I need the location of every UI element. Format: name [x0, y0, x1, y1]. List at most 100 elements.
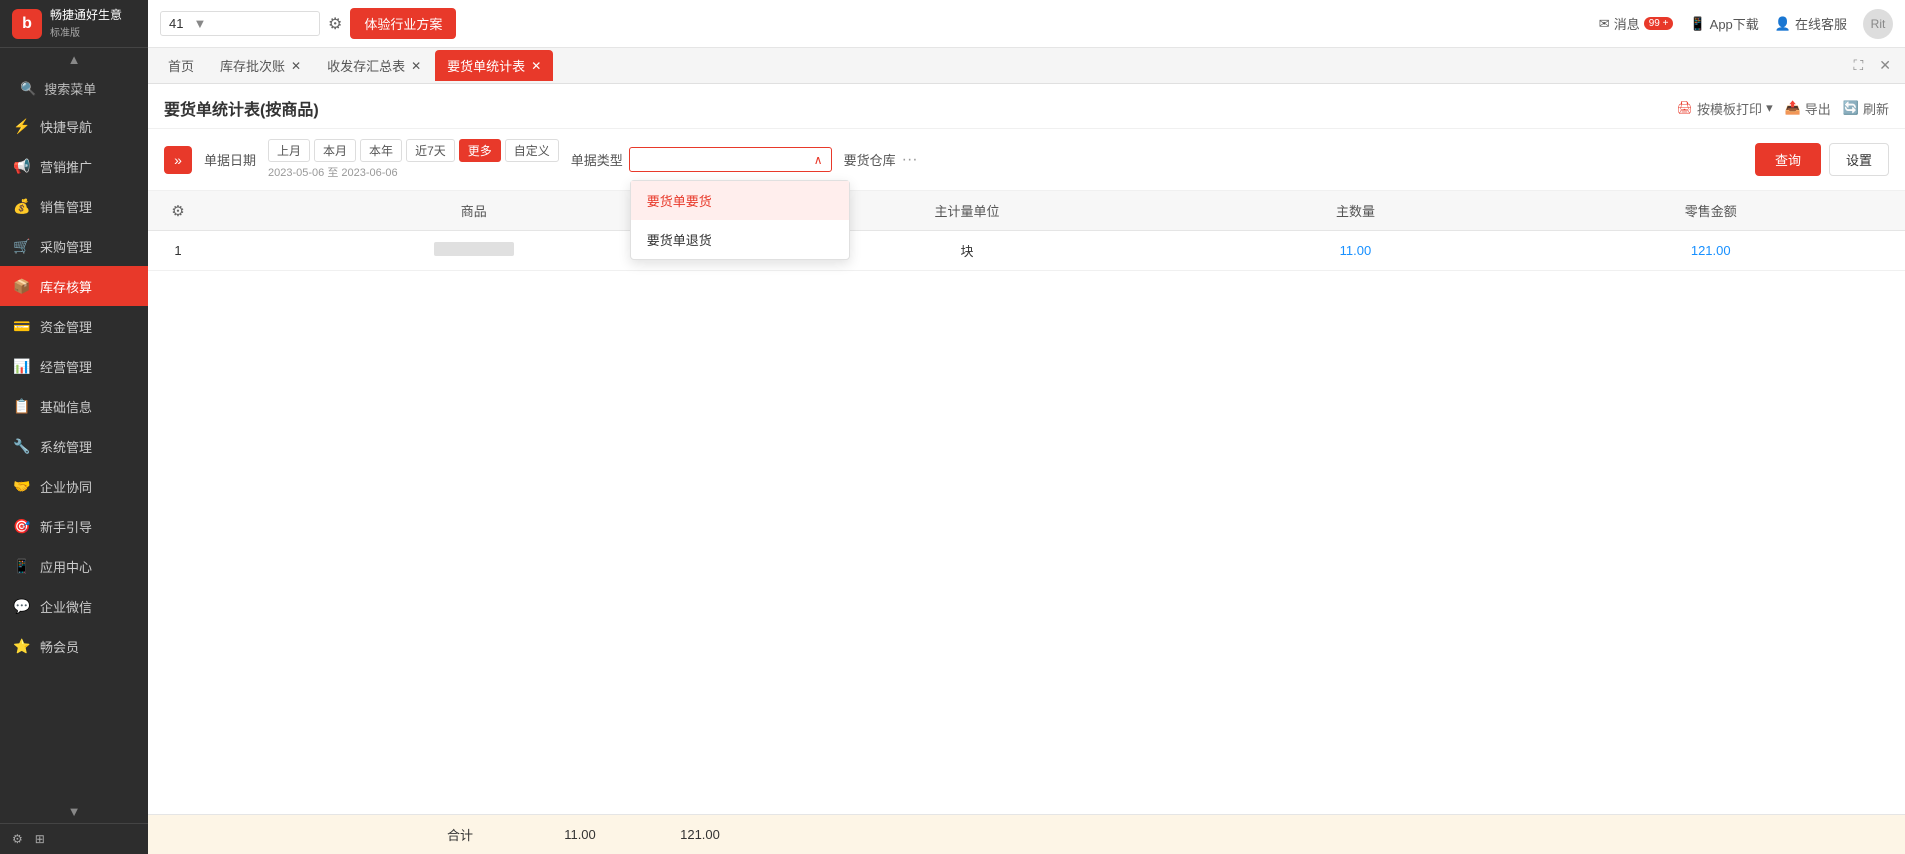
- app-center-icon: 📱: [12, 556, 32, 576]
- tab-receipt-summary[interactable]: 收发存汇总表 ✕: [315, 50, 433, 81]
- sidebar-item-basics[interactable]: 📋 基础信息: [0, 386, 148, 426]
- topbar: 41 ▼ ⚙ 体验行业方案 ✉ 消息 99 + 📱 App下载 👤 在线客服 R…: [148, 0, 1905, 48]
- sidebar-item-enterprise[interactable]: 🤝 企业协同: [0, 466, 148, 506]
- sidebar-item-app-center[interactable]: 📱 应用中心: [0, 546, 148, 586]
- dropdown-item-order-return[interactable]: 要货单退货: [631, 220, 849, 259]
- inventory-icon: 📦: [12, 276, 32, 296]
- membership-icon: ⭐: [12, 636, 32, 656]
- messages-button[interactable]: ✉ 消息 99 +: [1599, 14, 1674, 33]
- wechat-icon: 💬: [12, 596, 32, 616]
- date-more-btn[interactable]: 更多: [459, 139, 501, 162]
- tab-inventory-batch-close[interactable]: ✕: [291, 59, 301, 73]
- print-dropdown-icon: ▾: [1766, 100, 1773, 116]
- tab-inventory-batch-label: 库存批次账: [220, 56, 285, 75]
- export-button[interactable]: 📤 导出: [1785, 99, 1831, 118]
- user-avatar[interactable]: Rit: [1863, 9, 1893, 39]
- sidebar-item-label: 新手引导: [40, 517, 92, 536]
- content-area: 要货单统计表(按商品) 🖨 按模板打印 ▾ 📤 导出 🔄 刷新: [148, 84, 1905, 854]
- sidebar-item-sales[interactable]: 💰 销售管理: [0, 186, 148, 226]
- type-dropdown: 要货单要货 要货单退货: [630, 180, 850, 260]
- warehouse-more-icon[interactable]: ···: [902, 151, 918, 169]
- sidebar-item-membership[interactable]: ⭐ 畅会员: [0, 626, 148, 666]
- sidebar-item-label: 营销推广: [40, 157, 92, 176]
- app-download-button[interactable]: 📱 App下载: [1689, 14, 1758, 33]
- sidebar-item-inventory[interactable]: 📦 库存核算: [0, 266, 148, 306]
- app-logo: b 畅捷通好生意 标准版: [0, 0, 148, 48]
- sidebar-item-label: 资金管理: [40, 317, 92, 336]
- date-7days-btn[interactable]: 近7天: [406, 139, 455, 162]
- sidebar-item-label: 销售管理: [40, 197, 92, 216]
- tab-receipt-summary-close[interactable]: ✕: [411, 59, 421, 73]
- tab-order-stats-close[interactable]: ✕: [531, 59, 541, 73]
- page-title: 要货单统计表(按商品): [164, 96, 319, 120]
- sidebar-item-label: 经营管理: [40, 357, 92, 376]
- dropdown-item-order-goods[interactable]: 要货单要货: [631, 181, 849, 220]
- sidebar-item-label: 企业微信: [40, 597, 92, 616]
- type-filter-chevron[interactable]: ∧: [814, 153, 823, 167]
- app-name: 畅捷通好生意: [50, 8, 122, 24]
- user-name: Rit: [1871, 17, 1886, 31]
- date-this-month-btn[interactable]: 本月: [314, 139, 356, 162]
- sidebar-nav: ⚡ 快捷导航 📢 营销推广 💰 销售管理 🛒 采购管理 📦 库存核算 💳 资金管…: [0, 106, 148, 800]
- store-name: 41: [169, 16, 183, 31]
- settings-icon[interactable]: ⚙: [12, 832, 23, 846]
- cell-quantity[interactable]: 11.00: [1194, 231, 1516, 271]
- tab-order-stats-label: 要货单统计表: [447, 56, 525, 75]
- topbar-settings-icon[interactable]: ⚙: [328, 14, 342, 34]
- sidebar-item-system[interactable]: 🔧 系统管理: [0, 426, 148, 466]
- trial-button[interactable]: 体验行业方案: [350, 8, 456, 39]
- sidebar-item-quick-nav[interactable]: ⚡ 快捷导航: [0, 106, 148, 146]
- tabs-bar: 首页 库存批次账 ✕ 收发存汇总表 ✕ 要货单统计表 ✕ ⛶ ✕: [148, 48, 1905, 84]
- filter-expand-button[interactable]: »: [164, 146, 192, 174]
- print-template-button[interactable]: 🖨 按模板打印 ▾: [1677, 99, 1773, 118]
- footer-total-amount: 121.00: [640, 827, 760, 842]
- online-service-button[interactable]: 👤 在线客服: [1775, 14, 1847, 33]
- app-download-icon: 📱: [1689, 16, 1705, 32]
- sidebar-item-label: 应用中心: [40, 557, 92, 576]
- sidebar-scroll-up[interactable]: ▲: [0, 48, 148, 71]
- store-dropdown-icon: ▼: [193, 16, 206, 31]
- cell-amount[interactable]: 121.00: [1516, 231, 1905, 271]
- enterprise-icon: 🤝: [12, 476, 32, 496]
- footer-label: 合计: [400, 825, 520, 844]
- basics-icon: 📋: [12, 396, 32, 416]
- tab-inventory-batch[interactable]: 库存批次账 ✕: [208, 50, 313, 81]
- search-icon: 🔍: [20, 81, 36, 97]
- date-this-year-btn[interactable]: 本年: [360, 139, 402, 162]
- sidebar-search[interactable]: 🔍 搜索菜单: [0, 71, 148, 106]
- query-button[interactable]: 查询: [1755, 143, 1821, 176]
- collapse-icon[interactable]: ⊞: [35, 832, 45, 846]
- sidebar-item-label: 采购管理: [40, 237, 92, 256]
- type-filter-input-wrap[interactable]: ∧ 要货单要货 要货单退货: [629, 147, 832, 172]
- sidebar-item-label: 系统管理: [40, 437, 92, 456]
- filter-actions: 查询 设置: [1755, 143, 1889, 176]
- tab-home-label: 首页: [168, 56, 194, 75]
- tab-order-stats[interactable]: 要货单统计表 ✕: [435, 50, 553, 81]
- table-settings-icon[interactable]: ⚙: [171, 203, 184, 220]
- logo-icon: b: [12, 9, 42, 39]
- app-subtitle: 标准版: [50, 24, 122, 39]
- tabs-actions: ⛶ ✕: [1847, 53, 1897, 78]
- date-last-month-btn[interactable]: 上月: [268, 139, 310, 162]
- tab-home[interactable]: 首页: [156, 50, 206, 81]
- sidebar-item-wechat[interactable]: 💬 企业微信: [0, 586, 148, 626]
- system-icon: 🔧: [12, 436, 32, 456]
- store-selector[interactable]: 41 ▼: [160, 11, 320, 36]
- cell-index: 1: [148, 231, 208, 271]
- date-custom-btn[interactable]: 自定义: [505, 139, 559, 162]
- sidebar-item-marketing[interactable]: 📢 营销推广: [0, 146, 148, 186]
- page-header: 要货单统计表(按商品) 🖨 按模板打印 ▾ 📤 导出 🔄 刷新: [148, 84, 1905, 129]
- tab-maximize-button[interactable]: ⛶: [1847, 53, 1869, 78]
- sidebar-item-purchase[interactable]: 🛒 采购管理: [0, 226, 148, 266]
- refresh-button[interactable]: 🔄 刷新: [1843, 99, 1889, 118]
- type-filter-label: 单据类型: [571, 150, 623, 169]
- sidebar-scroll-down[interactable]: ▼: [0, 800, 148, 823]
- settings-button[interactable]: 设置: [1829, 143, 1889, 176]
- filter-warehouse-section: 要货仓库 ···: [844, 150, 918, 169]
- type-filter-input[interactable]: [638, 152, 814, 167]
- sidebar-item-finance[interactable]: 💳 资金管理: [0, 306, 148, 346]
- sidebar-item-operations[interactable]: 📊 经营管理: [0, 346, 148, 386]
- sidebar-item-label: 库存核算: [40, 277, 92, 296]
- sidebar-item-guide[interactable]: 🎯 新手引导: [0, 506, 148, 546]
- tab-close-all-button[interactable]: ✕: [1873, 53, 1897, 78]
